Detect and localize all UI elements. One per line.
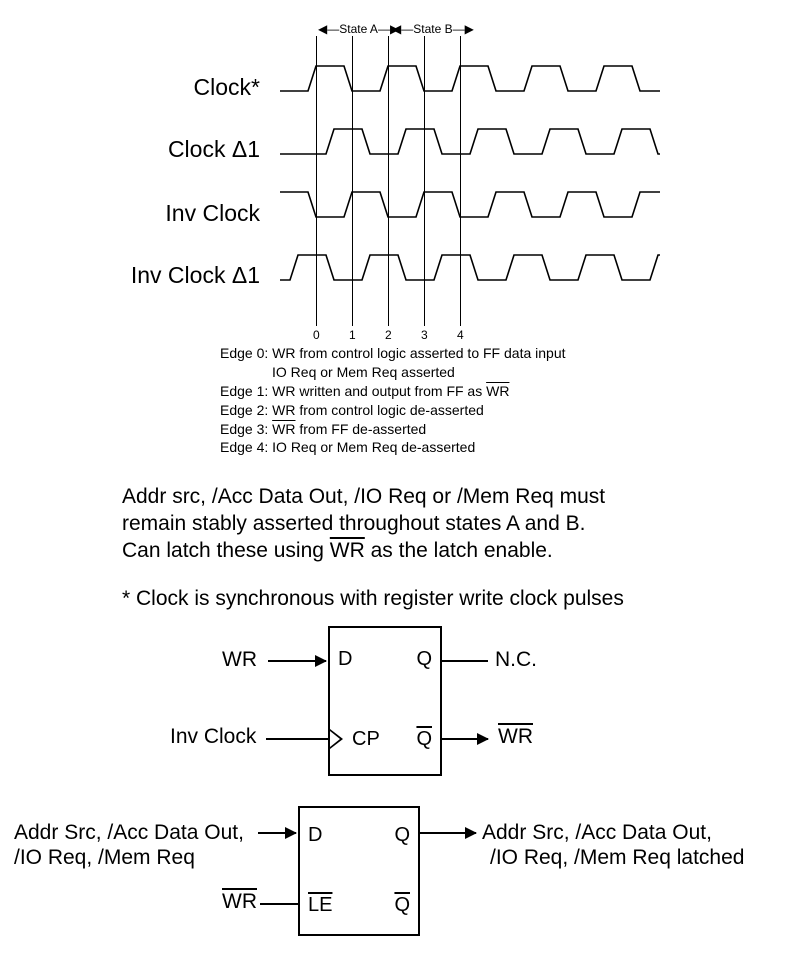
- para1-line3a: Can latch these using: [122, 539, 330, 562]
- label-inv-d1: Inv Clock Δ1: [110, 262, 260, 289]
- ff-pin-cp: CP: [352, 728, 380, 751]
- ff-wr-out-label: WR: [498, 725, 533, 749]
- ff-qn-wire: [442, 738, 488, 740]
- ff-pin-qn: Q: [416, 728, 432, 751]
- label-clock: Clock*: [110, 74, 260, 101]
- paragraph-2: * Clock is synchronous with register wri…: [122, 586, 624, 613]
- tick-2: 2: [385, 328, 392, 342]
- edge-0-line2: IO Req or Mem Req asserted: [220, 363, 566, 382]
- latch-q-wire: [420, 832, 476, 834]
- latch-wr-label: WR: [222, 890, 257, 914]
- ff-pin-d: D: [338, 648, 352, 671]
- para1-wr: WR: [330, 539, 365, 562]
- latch-out-label: Addr Src, /Acc Data Out, /IO Req, /Mem R…: [482, 820, 744, 870]
- latch-pin-qn: Q: [394, 894, 410, 917]
- ff-wr-in-label: WR: [222, 648, 257, 672]
- edge-0-line1: Edge 0: WR from control logic asserted t…: [220, 344, 566, 363]
- latch-pin-d: D: [308, 824, 322, 847]
- latch-in-l1: Addr Src, /Acc Data Out,: [14, 821, 244, 844]
- timing-diagram: [280, 36, 680, 326]
- latch-out-l1: Addr Src, /Acc Data Out,: [482, 821, 712, 844]
- edge-3-wr: WR: [272, 421, 295, 437]
- latch-le-wire: [260, 903, 298, 905]
- tick-3: 3: [421, 328, 428, 342]
- waveforms-svg: [280, 36, 680, 326]
- edge-1: Edge 1: WR written and output from FF as…: [220, 382, 566, 401]
- edge-descriptions: Edge 0: WR from control logic asserted t…: [220, 344, 566, 457]
- latch: D Q LE Q: [298, 806, 420, 936]
- edge-3-post: from FF de-asserted: [295, 421, 426, 437]
- latch-in-label: Addr Src, /Acc Data Out, /IO Req, /Mem R…: [14, 820, 244, 870]
- latch-pin-q: Q: [394, 824, 410, 847]
- latch-in-l2: /IO Req, /Mem Req: [14, 846, 195, 869]
- ff-q-wire: [442, 660, 488, 662]
- tick-0: 0: [313, 328, 320, 342]
- timing-diagram-page: { "states": { "a": "State A", "b": "Stat…: [0, 0, 800, 963]
- tick-4: 4: [457, 328, 464, 342]
- state-b-label: State B: [413, 22, 452, 36]
- edge-2: Edge 2: WR from control logic de-asserte…: [220, 401, 566, 420]
- state-a-range: ◀—State A—▶: [318, 22, 399, 36]
- ff-pin-q: Q: [416, 648, 432, 671]
- para1-line3b: as the latch enable.: [365, 539, 553, 562]
- ff-invclk-label: Inv Clock: [170, 725, 256, 749]
- state-a-label: State A: [339, 22, 378, 36]
- edge-4: Edge 4: IO Req or Mem Req de-asserted: [220, 438, 566, 457]
- edge-1-text: Edge 1: WR written and output from FF as: [220, 383, 486, 399]
- clock-triangle-icon: [330, 729, 343, 749]
- paragraph-1: Addr src, /Acc Data Out, /IO Req or /Mem…: [122, 484, 605, 565]
- label-clock-d1: Clock Δ1: [110, 136, 260, 163]
- ff-invclk-wire: [266, 738, 328, 740]
- ff-wr-in-wire: [268, 660, 326, 662]
- latch-out-l2: /IO Req, /Mem Req latched: [482, 846, 744, 869]
- edge-1-wr: WR: [486, 383, 509, 399]
- d-flipflop: D Q CP Q: [328, 626, 442, 776]
- para1-line1: Addr src, /Acc Data Out, /IO Req or /Mem…: [122, 485, 605, 508]
- edge-3-pre: Edge 3:: [220, 421, 272, 437]
- state-b-range: ◀—State B—▶: [392, 22, 474, 36]
- ff-nc-label: N.C.: [495, 648, 537, 672]
- latch-pin-le: LE: [308, 894, 332, 917]
- tick-1: 1: [349, 328, 356, 342]
- edge-3: Edge 3: WR from FF de-asserted: [220, 420, 566, 439]
- latch-d-wire: [258, 832, 296, 834]
- para1-line2: remain stably asserted throughout states…: [122, 512, 585, 535]
- label-inv-clock: Inv Clock: [110, 200, 260, 227]
